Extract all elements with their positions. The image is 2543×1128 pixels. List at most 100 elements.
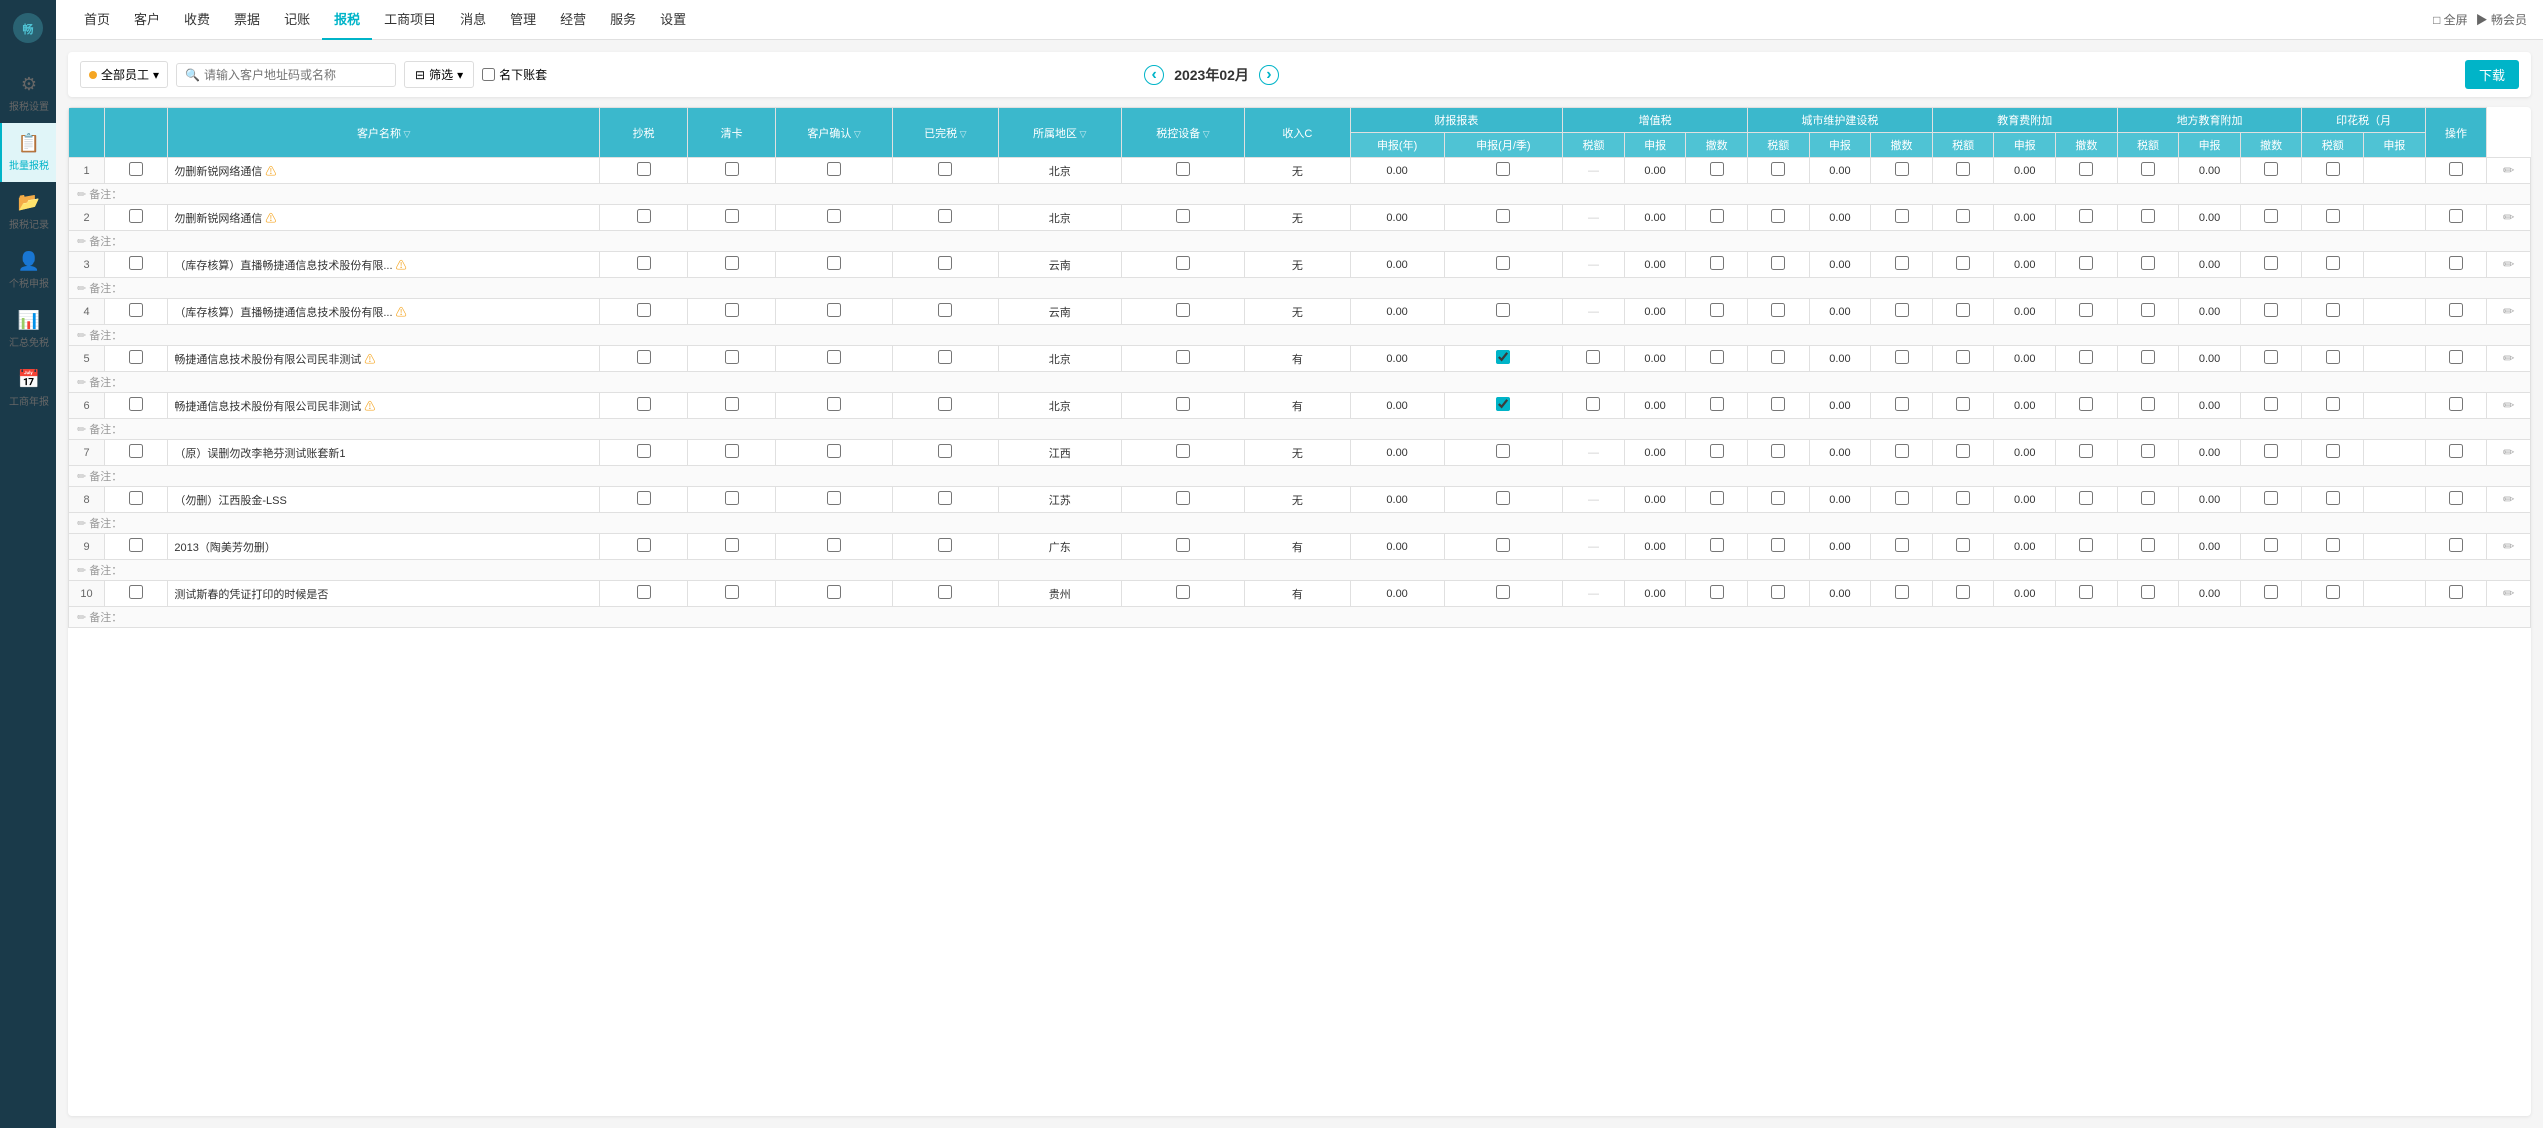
edit-icon[interactable]: ✏ — [2503, 491, 2515, 507]
chengshi-cheshuo-checkbox[interactable] — [1956, 350, 1970, 364]
jiaoyu-cheshuo-checkbox[interactable] — [2141, 585, 2155, 599]
edit-icon[interactable]: ✏ — [2503, 538, 2515, 554]
edit-icon[interactable]: ✏ — [2503, 444, 2515, 460]
shuikong-checkbox[interactable] — [1176, 303, 1190, 317]
chengshi-cheshuo-checkbox[interactable] — [1956, 397, 1970, 411]
chengshi-shenbao-checkbox[interactable] — [1895, 538, 1909, 552]
jiaoyu-shenbao-checkbox[interactable] — [2079, 444, 2093, 458]
shuikong-checkbox[interactable] — [1176, 491, 1190, 505]
difang-shenbao-checkbox[interactable] — [2264, 162, 2278, 176]
search-box[interactable]: 🔍 — [176, 63, 396, 87]
caibao-nian-checkbox[interactable] — [1496, 397, 1510, 411]
caibao-nian-checkbox[interactable] — [1496, 491, 1510, 505]
sidebar-item-geshui[interactable]: 👤 个税申报 — [0, 241, 56, 300]
chaoshui-checkbox[interactable] — [637, 162, 651, 176]
jiaoyu-shenbao-checkbox[interactable] — [2079, 350, 2093, 364]
chaoshui-checkbox[interactable] — [637, 303, 651, 317]
zengjia-shenbao-checkbox[interactable] — [1710, 256, 1724, 270]
caibao-nian-checkbox[interactable] — [1496, 444, 1510, 458]
employee-filter-select[interactable]: 全部员工 ▾ — [80, 61, 168, 88]
chengshi-shenbao-checkbox[interactable] — [1895, 256, 1909, 270]
kehu-queren-checkbox[interactable] — [827, 491, 841, 505]
edit-icon[interactable]: ✏ — [2503, 162, 2515, 178]
row-select-checkbox[interactable] — [129, 491, 143, 505]
qingka-checkbox[interactable] — [725, 350, 739, 364]
zengjia-cheshuo-checkbox[interactable] — [1771, 350, 1785, 364]
chengshi-cheshuo-checkbox[interactable] — [1956, 209, 1970, 223]
sidebar-item-baoshuishezhi[interactable]: ⚙ 报税设置 — [0, 64, 56, 123]
kehu-queren-checkbox[interactable] — [827, 256, 841, 270]
zengjia-cheshuo-checkbox[interactable] — [1771, 491, 1785, 505]
zengjia-shenbao-checkbox[interactable] — [1710, 350, 1724, 364]
chengshi-shenbao-checkbox[interactable] — [1895, 350, 1909, 364]
jiaoyu-cheshuo-checkbox[interactable] — [2141, 538, 2155, 552]
zengjia-shenbao-checkbox[interactable] — [1710, 491, 1724, 505]
difang-shenbao-checkbox[interactable] — [2264, 538, 2278, 552]
nav-customer[interactable]: 客户 — [122, 0, 172, 40]
difang-cheshuo-checkbox[interactable] — [2326, 397, 2340, 411]
nav-business[interactable]: 工商项目 — [372, 0, 448, 40]
jiaoyu-cheshuo-checkbox[interactable] — [2141, 162, 2155, 176]
caibao-yuji-checkbox[interactable] — [1586, 350, 1600, 364]
zengjia-cheshuo-checkbox[interactable] — [1771, 209, 1785, 223]
zengjia-cheshuo-checkbox[interactable] — [1771, 303, 1785, 317]
zengjia-cheshuo-checkbox[interactable] — [1771, 585, 1785, 599]
chaoshui-checkbox[interactable] — [637, 585, 651, 599]
difang-shenbao-checkbox[interactable] — [2264, 303, 2278, 317]
caibao-nian-checkbox[interactable] — [1496, 209, 1510, 223]
caibao-nian-checkbox[interactable] — [1496, 585, 1510, 599]
zengjia-shenbao-checkbox[interactable] — [1710, 209, 1724, 223]
chengshi-cheshuo-checkbox[interactable] — [1956, 585, 1970, 599]
zengjia-shenbao-checkbox[interactable] — [1710, 538, 1724, 552]
sidebar-item-piliangshuibao[interactable]: 📋 批量报税 — [0, 123, 56, 182]
yiwanshui-checkbox[interactable] — [938, 303, 952, 317]
search-input[interactable] — [204, 68, 387, 82]
jiaoyu-cheshuo-checkbox[interactable] — [2141, 397, 2155, 411]
yinhua-shenbao-checkbox[interactable] — [2449, 444, 2463, 458]
difang-shenbao-checkbox[interactable] — [2264, 491, 2278, 505]
row-select-checkbox[interactable] — [129, 397, 143, 411]
kehu-queren-checkbox[interactable] — [827, 585, 841, 599]
qingka-checkbox[interactable] — [725, 162, 739, 176]
sidebar-item-baoshuijilan[interactable]: 📂 报税记录 — [0, 182, 56, 241]
shuikong-checkbox[interactable] — [1176, 538, 1190, 552]
member-btn[interactable]: ▶ 畅会员 — [2476, 11, 2527, 28]
mingxia-checkbox-label[interactable]: 名下账套 — [482, 66, 547, 83]
zengjia-cheshuo-checkbox[interactable] — [1771, 162, 1785, 176]
difang-cheshuo-checkbox[interactable] — [2326, 538, 2340, 552]
qingka-checkbox[interactable] — [725, 585, 739, 599]
caibao-nian-checkbox[interactable] — [1496, 350, 1510, 364]
jiaoyu-shenbao-checkbox[interactable] — [2079, 538, 2093, 552]
zengjia-shenbao-checkbox[interactable] — [1710, 397, 1724, 411]
chaoshui-checkbox[interactable] — [637, 350, 651, 364]
yinhua-shenbao-checkbox[interactable] — [2449, 209, 2463, 223]
chengshi-cheshuo-checkbox[interactable] — [1956, 444, 1970, 458]
row-select-checkbox[interactable] — [129, 209, 143, 223]
edit-icon[interactable]: ✏ — [2503, 585, 2515, 601]
difang-shenbao-checkbox[interactable] — [2264, 585, 2278, 599]
difang-cheshuo-checkbox[interactable] — [2326, 350, 2340, 364]
shuikong-checkbox[interactable] — [1176, 350, 1190, 364]
shuikong-checkbox[interactable] — [1176, 444, 1190, 458]
difang-cheshuo-checkbox[interactable] — [2326, 585, 2340, 599]
qingka-checkbox[interactable] — [725, 303, 739, 317]
shuikong-checkbox[interactable] — [1176, 162, 1190, 176]
difang-shenbao-checkbox[interactable] — [2264, 209, 2278, 223]
row-select-checkbox[interactable] — [129, 538, 143, 552]
nav-invoice[interactable]: 票据 — [222, 0, 272, 40]
yiwanshui-checkbox[interactable] — [938, 444, 952, 458]
zengjia-cheshuo-checkbox[interactable] — [1771, 397, 1785, 411]
difang-cheshuo-checkbox[interactable] — [2326, 209, 2340, 223]
qingka-checkbox[interactable] — [725, 444, 739, 458]
chengshi-shenbao-checkbox[interactable] — [1895, 444, 1909, 458]
chengshi-cheshuo-checkbox[interactable] — [1956, 303, 1970, 317]
row-select-checkbox[interactable] — [129, 162, 143, 176]
yiwanshui-checkbox[interactable] — [938, 538, 952, 552]
chaoshui-checkbox[interactable] — [637, 444, 651, 458]
row-select-checkbox[interactable] — [129, 303, 143, 317]
caibao-nian-checkbox[interactable] — [1496, 162, 1510, 176]
qingka-checkbox[interactable] — [725, 209, 739, 223]
zengjia-shenbao-checkbox[interactable] — [1710, 162, 1724, 176]
zengjia-shenbao-checkbox[interactable] — [1710, 444, 1724, 458]
yinhua-shenbao-checkbox[interactable] — [2449, 397, 2463, 411]
